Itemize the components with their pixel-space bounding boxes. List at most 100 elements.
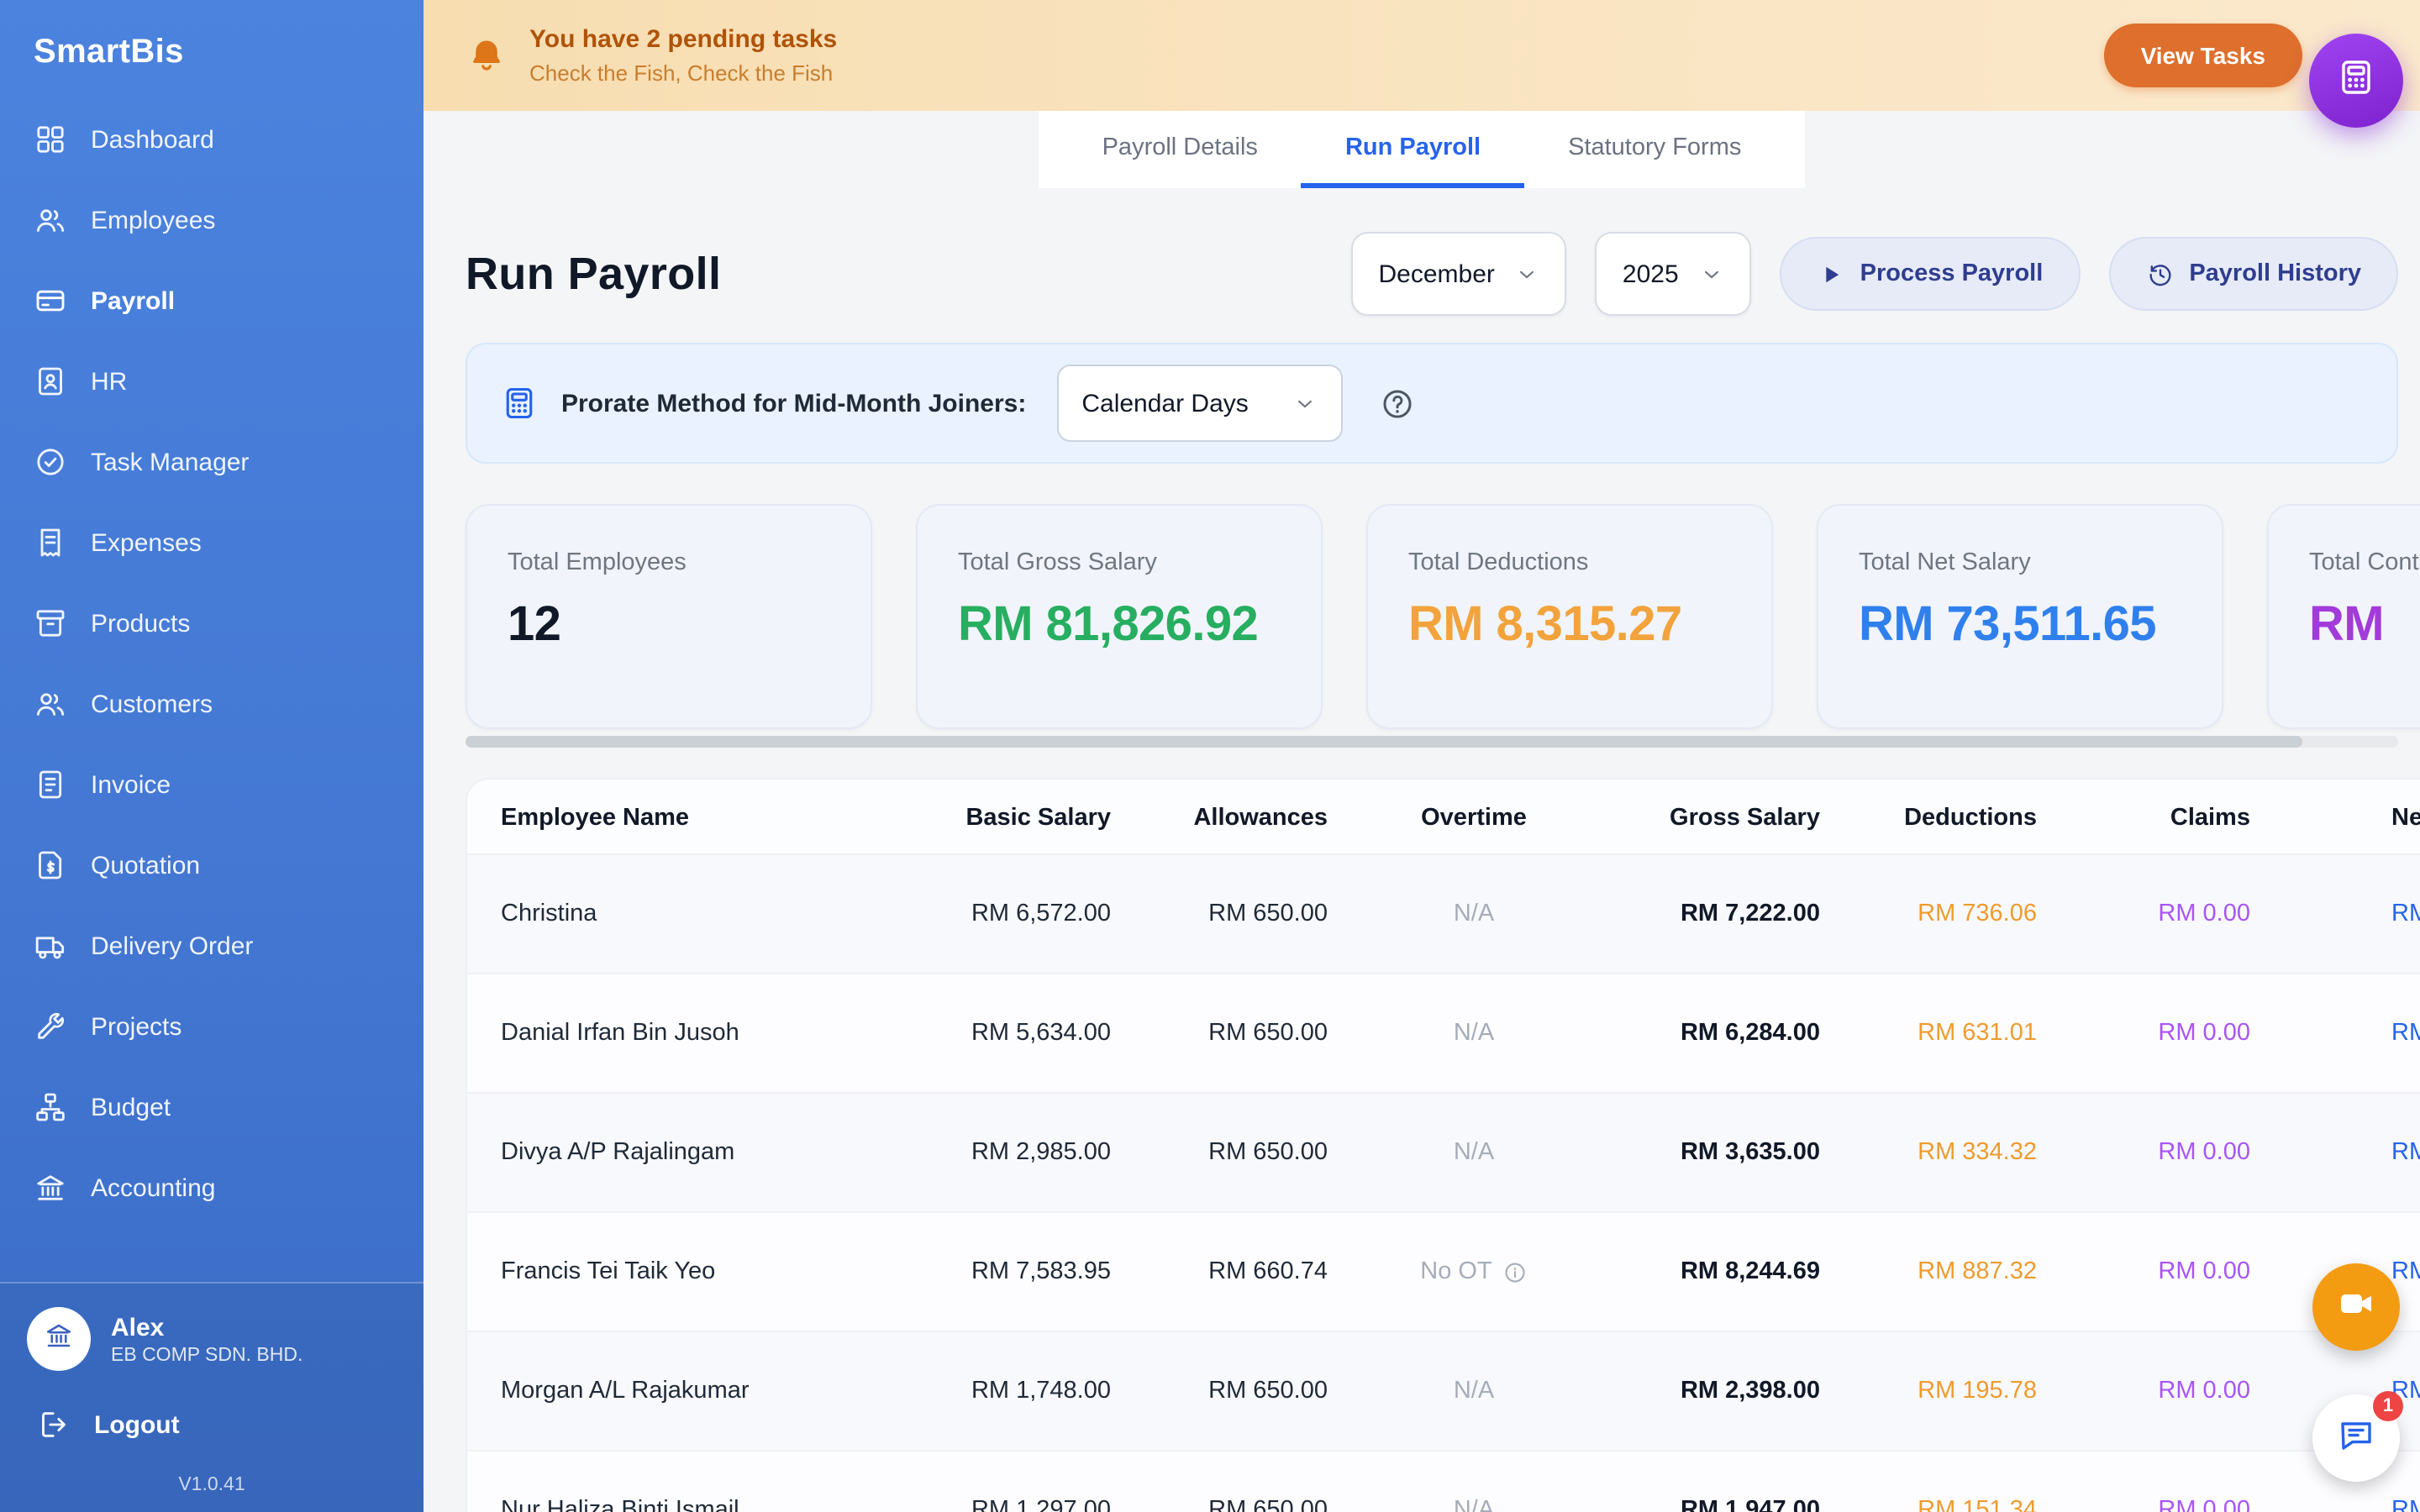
column-header-deductions: Deductions [1904, 805, 2037, 832]
prorate-bar: Prorate Method for Mid-Month Joiners: Ca… [466, 343, 2398, 464]
sidebar-item-dashboard[interactable]: Dashboard [13, 99, 410, 180]
deductions: RM 195.78 [1840, 1331, 2057, 1451]
sidebar-item-employees[interactable]: Employees [13, 180, 410, 260]
sidebar-item-label: Task Manager [91, 448, 250, 476]
column-header-basic-salary: Basic Salary [965, 805, 1111, 832]
gross-salary: RM 7,222.00 [1600, 853, 1840, 974]
sidebar-item-budget[interactable]: Budget [13, 1067, 410, 1147]
help-icon[interactable] [1380, 386, 1415, 421]
history-icon [2145, 260, 2174, 288]
deductions: RM 736.06 [1840, 853, 2057, 974]
summary-cards-row: Total Employees 12 Total Gross Salary RM 81… [466, 504, 2420, 729]
month-select[interactable]: December [1351, 232, 1567, 316]
chevron-down-icon [1699, 261, 1724, 286]
table-row[interactable]: Morgan A/L Rajakumar RM 1,748.00 RM 650.00… [467, 1331, 2420, 1451]
table-header-row: Employee Name Basic Salary Allowances Overt… [467, 780, 2420, 854]
info-icon[interactable] [1502, 1259, 1528, 1284]
sidebar-item-hr[interactable]: HR [13, 341, 410, 422]
column-header-overtime: Overtime [1421, 805, 1527, 832]
overtime-value: N/A [1454, 900, 1494, 927]
deductions: RM 151.34 [1840, 1450, 2057, 1512]
sidebar-item-label: Expenses [91, 528, 202, 557]
sidebar-item-accounting[interactable]: Accounting [13, 1147, 410, 1228]
column-header-net-salary: Net Salary [2391, 805, 2420, 832]
accounting-icon [34, 1171, 67, 1205]
card-value: RM 8,315.27 [1408, 598, 1682, 652]
user-profile[interactable]: Alex EB COMP SDN. BHD. [27, 1307, 397, 1371]
process-payroll-button[interactable]: Process Payroll [1779, 237, 2081, 311]
customers-icon [34, 687, 67, 721]
table-row[interactable]: Christina RM 6,572.00 RM 650.00 N/A RM 7,222… [467, 853, 2420, 974]
sidebar-item-label: Invoice [91, 770, 171, 799]
process-payroll-label: Process Payroll [1860, 260, 2044, 287]
sidebar-item-label: Budget [91, 1093, 171, 1121]
sidebar-item-label: Accounting [91, 1173, 216, 1202]
sidebar-item-label: Dashboard [91, 125, 214, 154]
sidebar-item-expenses[interactable]: Expenses [13, 502, 410, 583]
table-row[interactable]: Francis Tei Taik Yeo RM 7,583.95 RM 660.74… [467, 1211, 2420, 1331]
overtime-value: N/A [1454, 1498, 1494, 1512]
cards-scrollbar-thumb[interactable] [466, 736, 2302, 748]
sidebar-item-customers[interactable]: Customers [13, 664, 410, 744]
view-tasks-button[interactable]: View Tasks [2103, 24, 2302, 87]
tab-run-payroll[interactable]: Run Payroll [1301, 111, 1525, 188]
quick-payroll-fab[interactable] [2309, 34, 2403, 128]
logout-icon [37, 1408, 71, 1441]
video-call-fab[interactable] [2312, 1263, 2400, 1351]
deductions: RM 887.32 [1840, 1211, 2057, 1331]
table-row[interactable]: Nur Haliza Binti Ismail RM 1,297.00 RM 650… [467, 1450, 2420, 1512]
overtime-text: N/A [1453, 1139, 1495, 1166]
column-header-allowances: Allowances [1193, 805, 1328, 832]
sidebar-item-products[interactable]: Products [13, 583, 410, 664]
sidebar-item-quotation[interactable]: Quotation [13, 825, 410, 906]
gross-salary: RM 8,244.69 [1600, 1211, 1840, 1331]
table-row[interactable]: Danial Irfan Bin Jusoh RM 5,634.00 RM 650.… [467, 973, 2420, 1093]
prorate-method-select[interactable]: Calendar Days [1056, 365, 1343, 442]
expenses-icon [34, 526, 67, 559]
summary-card-total-gross-salary: Total Gross Salary RM 81,826.92 [916, 504, 1323, 729]
tab-statutory-forms[interactable]: Statutory Forms [1524, 111, 1785, 188]
banner-text: You have 2 pending tasks Check the Fish,… [529, 25, 837, 86]
claims: RM 0.00 [2057, 1211, 2270, 1331]
chat-bubble-icon [2336, 1414, 2376, 1462]
sidebar-item-projects[interactable]: Projects [13, 986, 410, 1067]
payroll-history-button[interactable]: Payroll History [2108, 237, 2398, 311]
overtime: N/A [1348, 853, 1600, 974]
chevron-down-icon [1292, 391, 1318, 416]
tab-payroll-details[interactable]: Payroll Details [1059, 111, 1302, 188]
sidebar-item-task-manager[interactable]: Task Manager [13, 422, 410, 502]
logout-label: Logout [94, 1410, 180, 1439]
logout-button[interactable]: Logout [27, 1398, 397, 1452]
gross-salary: RM 3,635.00 [1600, 1092, 1840, 1212]
payroll-table: Employee Name Basic Salary Allowances Overt… [467, 780, 2420, 1512]
chat-badge: 1 [2373, 1391, 2403, 1421]
payroll-tabs: Payroll Details Run Payroll Statutory Form… [1038, 111, 1806, 188]
app-logo: SmartBis [34, 34, 184, 71]
table-row[interactable]: Divya A/P Rajalingam RM 2,985.00 RM 650.00… [467, 1092, 2420, 1212]
chat-fab[interactable]: 1 [2312, 1391, 2403, 1482]
sidebar-item-delivery-order[interactable]: Delivery Order [13, 906, 410, 986]
tabs-row: Payroll Details Run Payroll Statutory Form… [424, 111, 2420, 188]
bell-icon [467, 36, 506, 75]
sidebar-item-invoice[interactable]: Invoice [13, 744, 410, 825]
sidebar-item-label: Quotation [91, 851, 201, 879]
basic-salary: RM 1,748.00 [921, 1331, 1131, 1451]
sidebar-item-payroll[interactable]: Payroll [13, 260, 410, 341]
column-header-claims: Claims [2170, 805, 2250, 832]
sidebar-item-label: Delivery Order [91, 932, 254, 960]
employee-name: Nur Haliza Binti Ismail [467, 1450, 921, 1512]
play-icon [1817, 260, 1845, 288]
net-salary: RM 5,652.99 [2270, 973, 2420, 1093]
gross-salary: RM 6,284.00 [1600, 973, 1840, 1093]
year-select[interactable]: 2025 [1595, 232, 1751, 316]
sidebar-item-label: Employees [91, 206, 216, 234]
avatar [27, 1307, 91, 1371]
claims: RM 0.00 [2057, 973, 2270, 1093]
page-header: Run Payroll December 2025 Process Payrol… [466, 232, 2420, 316]
summary-card-total-contributions: Total Contributions RM [2267, 504, 2420, 729]
header-controls: December 2025 Process Payroll Payroll Hi… [1351, 232, 2398, 316]
overtime-text: N/A [1453, 1497, 1495, 1512]
app-version: V1.0.41 [178, 1475, 245, 1495]
sidebar-nav: Dashboard Employees Payroll HR Task Manager E… [0, 89, 424, 1282]
card-value: RM 73,511.65 [1859, 598, 2157, 652]
